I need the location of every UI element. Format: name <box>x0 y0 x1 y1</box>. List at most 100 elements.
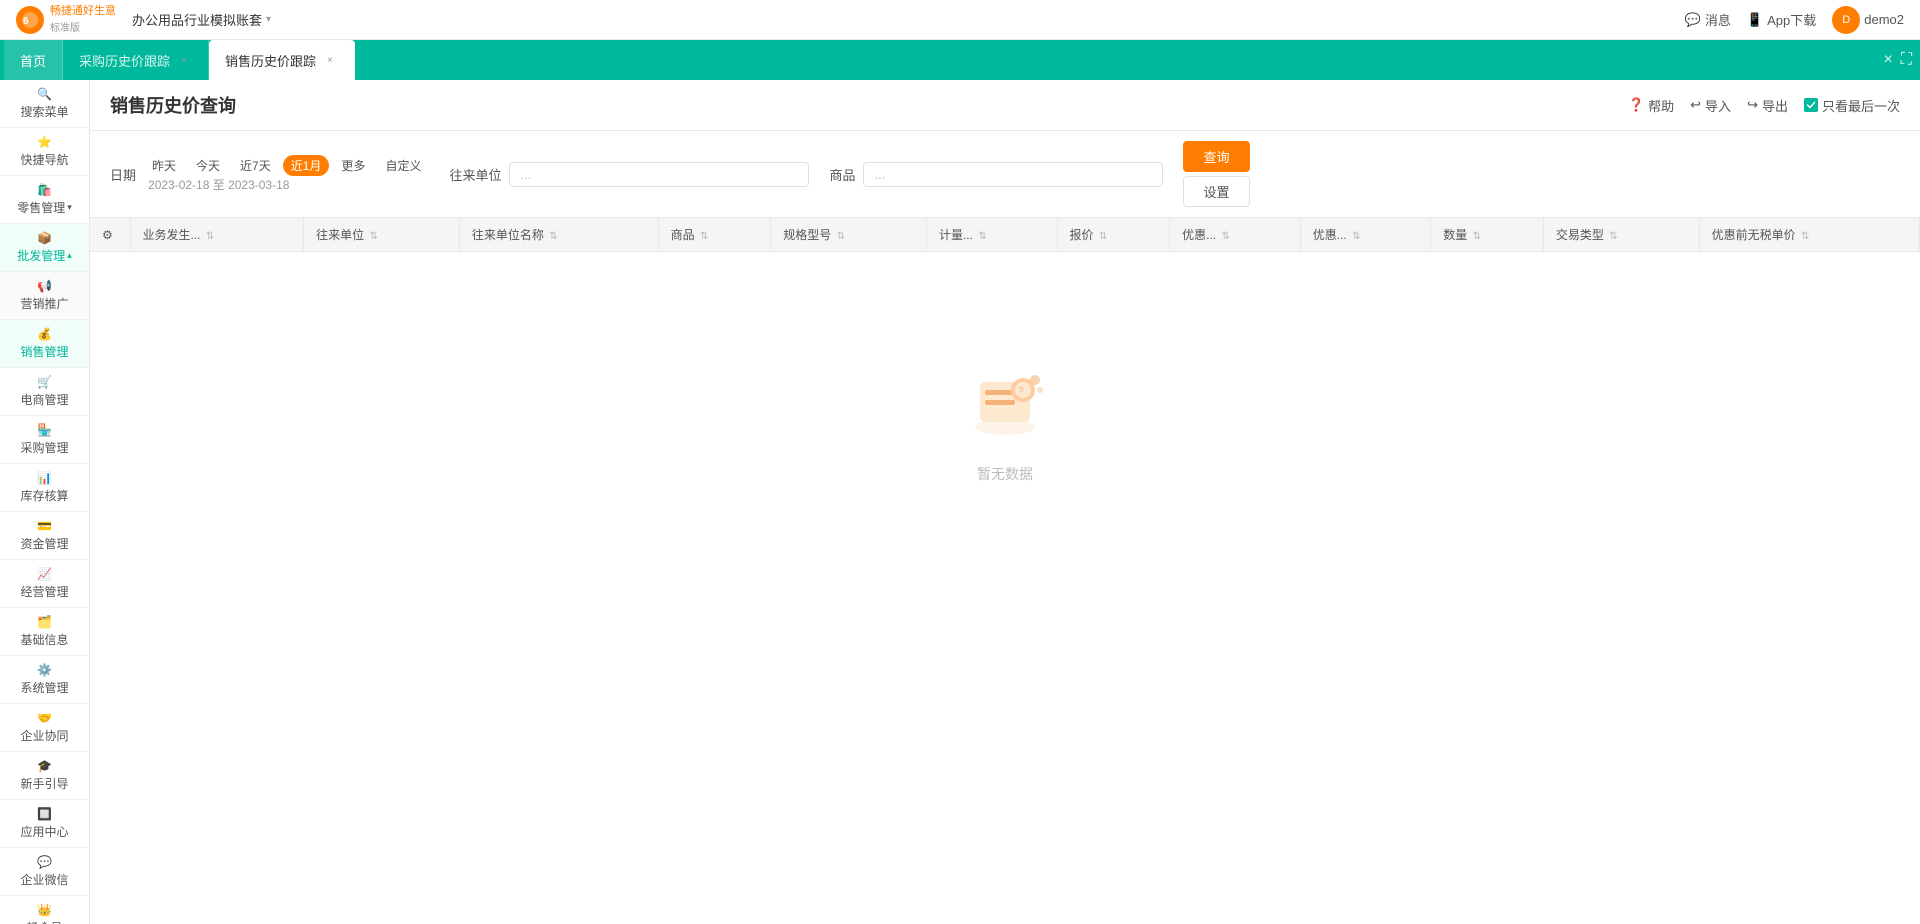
page-actions: ❓ 帮助 ↩ 导入 ↪ 导出 <box>1628 96 1900 115</box>
th-pretax-price[interactable]: 优惠前无税单价 ⇅ <box>1699 218 1919 252</box>
tab-home[interactable]: 首页 <box>4 40 63 80</box>
workspace-selector[interactable]: 办公用品行业模拟账套 ▾ <box>124 6 279 33</box>
sidebar-item-quicknav[interactable]: ⭐ 快捷导航 <box>0 128 89 176</box>
sidebar-ecommerce-label: 电商管理 <box>20 391 68 408</box>
goods-filter-group: 商品 ... <box>829 162 1163 187</box>
retail-icon: 🛍️ <box>37 183 52 197</box>
sidebar-item-wechat[interactable]: 💬 企业微信 <box>0 848 89 896</box>
date-pill-1month[interactable]: 近1月 <box>283 155 330 176</box>
sort-goods-icon: ⇅ <box>700 231 708 242</box>
expand-window-button[interactable]: ⛶ <box>1901 51 1912 69</box>
partner-input[interactable]: ... <box>509 162 809 187</box>
sidebar-item-app-center[interactable]: 🔲 应用中心 <box>0 800 89 848</box>
sidebar-item-retail[interactable]: 🛍️ 零售管理 ▾ <box>0 176 89 224</box>
th-settings[interactable]: ⚙ <box>90 218 130 252</box>
sidebar-item-member[interactable]: 👑 畅会员 <box>0 896 89 924</box>
sidebar-item-finance[interactable]: 💳 资金管理 <box>0 512 89 560</box>
th-partner-name[interactable]: 往来单位名称 ⇅ <box>459 218 658 252</box>
import-action[interactable]: ↩ 导入 <box>1690 96 1731 115</box>
th-unit[interactable]: 计量... ⇅ <box>926 218 1057 252</box>
help-icon: ❓ <box>1628 97 1644 113</box>
th-trade-type-label: 交易类型 <box>1556 228 1604 242</box>
date-pills-container: 昨天 今天 近7天 近1月 更多 自定义 2023-02-18 至 2023-0… <box>144 155 429 193</box>
th-quote[interactable]: 报价 ⇅ <box>1057 218 1170 252</box>
sidebar-item-collab[interactable]: 🤝 企业协同 <box>0 704 89 752</box>
message-action[interactable]: 💬 消息 <box>1685 10 1731 29</box>
date-pill-yesterday[interactable]: 昨天 <box>144 155 184 176</box>
tabbar-actions: × ⛶ <box>1883 40 1920 80</box>
goods-input[interactable]: ... <box>863 162 1163 187</box>
column-settings-icon[interactable]: ⚙ <box>102 228 113 242</box>
date-filter-group: 日期 昨天 今天 近7天 近1月 更多 自定义 2023-02-18 至 202… <box>110 155 429 193</box>
sidebar-item-guide[interactable]: 🎓 新手引导 <box>0 752 89 800</box>
sidebar-item-sales[interactable]: 💰 销售管理 <box>0 320 89 368</box>
query-button[interactable]: 查询 <box>1183 141 1249 172</box>
empty-text: 暂无数据 <box>977 464 1033 484</box>
content-area: 销售历史价查询 ❓ 帮助 ↩ 导入 ↪ 导出 <box>90 80 1920 924</box>
date-pill-more[interactable]: 更多 <box>333 155 373 176</box>
sidebar-item-base[interactable]: 🗂️ 基础信息 <box>0 608 89 656</box>
export-action[interactable]: ↪ 导出 <box>1747 96 1788 115</box>
th-business-date[interactable]: 业务发生... ⇅ <box>130 218 304 252</box>
sidebar-item-search[interactable]: 🔍 搜索菜单 <box>0 80 89 128</box>
only-last-label: 只看最后一次 <box>1822 96 1900 115</box>
th-trade-type[interactable]: 交易类型 ⇅ <box>1543 218 1699 252</box>
download-action[interactable]: 📱 App下载 <box>1747 10 1816 29</box>
th-spec[interactable]: 规格型号 ⇅ <box>771 218 927 252</box>
sidebar-item-business[interactable]: 📈 经营管理 <box>0 560 89 608</box>
sidebar-item-ecommerce[interactable]: 🛒 电商管理 <box>0 368 89 416</box>
app-center-icon: 🔲 <box>37 807 52 821</box>
logo-subtitle: 标准版 <box>50 19 116 34</box>
th-quantity[interactable]: 数量 ⇅ <box>1431 218 1544 252</box>
user-area[interactable]: D demo2 <box>1832 6 1904 34</box>
table-header-row: ⚙ 业务发生... ⇅ 往来单位 ⇅ 往来单位名称 <box>90 218 1920 252</box>
main-layout: 🔍 搜索菜单 ⭐ 快捷导航 🛍️ 零售管理 ▾ 📦 批发管理 ▴ 📢 营销推广 <box>0 80 1920 924</box>
sort-partner-name-icon: ⇅ <box>549 231 557 242</box>
sidebar-item-purchase[interactable]: 🏪 采购管理 <box>0 416 89 464</box>
sidebar-item-wholesale[interactable]: 📦 批发管理 ▴ <box>0 224 89 272</box>
avatar: D <box>1832 6 1860 34</box>
sort-unit-icon: ⇅ <box>978 231 986 242</box>
settings-button[interactable]: 设置 <box>1183 176 1249 207</box>
wechat-icon: 💬 <box>37 855 52 869</box>
member-icon: 👑 <box>37 903 52 917</box>
finance-icon: 💳 <box>37 519 52 533</box>
download-icon: 📱 <box>1747 12 1763 28</box>
purchase-icon: 🏪 <box>37 423 52 437</box>
th-discount1[interactable]: 优惠... ⇅ <box>1170 218 1301 252</box>
date-pill-today[interactable]: 今天 <box>188 155 228 176</box>
tab-purchase-close[interactable]: × <box>176 52 192 68</box>
chevron-down-icon: ▾ <box>266 14 271 25</box>
help-action[interactable]: ❓ 帮助 <box>1628 96 1674 115</box>
date-pill-7days[interactable]: 近7天 <box>232 155 279 176</box>
data-table: ⚙ 业务发生... ⇅ 往来单位 ⇅ 往来单位名称 <box>90 218 1920 252</box>
page-title: 销售历史价查询 <box>110 92 236 118</box>
svg-text:?: ? <box>1018 386 1024 397</box>
only-last-checkbox-label[interactable]: 只看最后一次 <box>1804 96 1900 115</box>
tab-sales-history[interactable]: 销售历史价跟踪 × <box>209 40 355 80</box>
sidebar-wholesale-label: 批发管理 ▴ <box>17 247 72 264</box>
th-discount2[interactable]: 优惠... ⇅ <box>1300 218 1431 252</box>
th-goods[interactable]: 商品 ⇅ <box>658 218 771 252</box>
sidebar-item-system[interactable]: ⚙️ 系统管理 <box>0 656 89 704</box>
th-partner-code[interactable]: 往来单位 ⇅ <box>304 218 460 252</box>
tab-sales-close[interactable]: × <box>322 52 338 68</box>
sidebar-purchase-label: 采购管理 <box>20 439 68 456</box>
th-partner-name-label: 往来单位名称 <box>472 228 544 242</box>
sort-quote-icon: ⇅ <box>1099 231 1107 242</box>
only-last-checkbox[interactable] <box>1804 98 1818 112</box>
sidebar-item-inventory[interactable]: 📊 库存核算 <box>0 464 89 512</box>
logo-title: 畅捷通好生意 <box>50 5 116 18</box>
sidebar-finance-label: 资金管理 <box>20 535 68 552</box>
date-pills: 昨天 今天 近7天 近1月 更多 自定义 <box>144 155 429 176</box>
sort-pretax-price-icon: ⇅ <box>1801 231 1809 242</box>
tab-purchase-history[interactable]: 采购历史价跟踪 × <box>63 40 209 80</box>
th-business-date-label: 业务发生... <box>143 228 201 242</box>
sidebar-item-marketing[interactable]: 📢 营销推广 <box>0 272 89 320</box>
sort-trade-type-icon: ⇅ <box>1609 231 1617 242</box>
tab-home-label: 首页 <box>20 51 46 70</box>
sort-quantity-icon: ⇅ <box>1473 231 1481 242</box>
date-pill-custom[interactable]: 自定义 <box>377 155 429 176</box>
close-all-tabs-button[interactable]: × <box>1883 51 1892 69</box>
wholesale-icon: 📦 <box>37 231 52 245</box>
